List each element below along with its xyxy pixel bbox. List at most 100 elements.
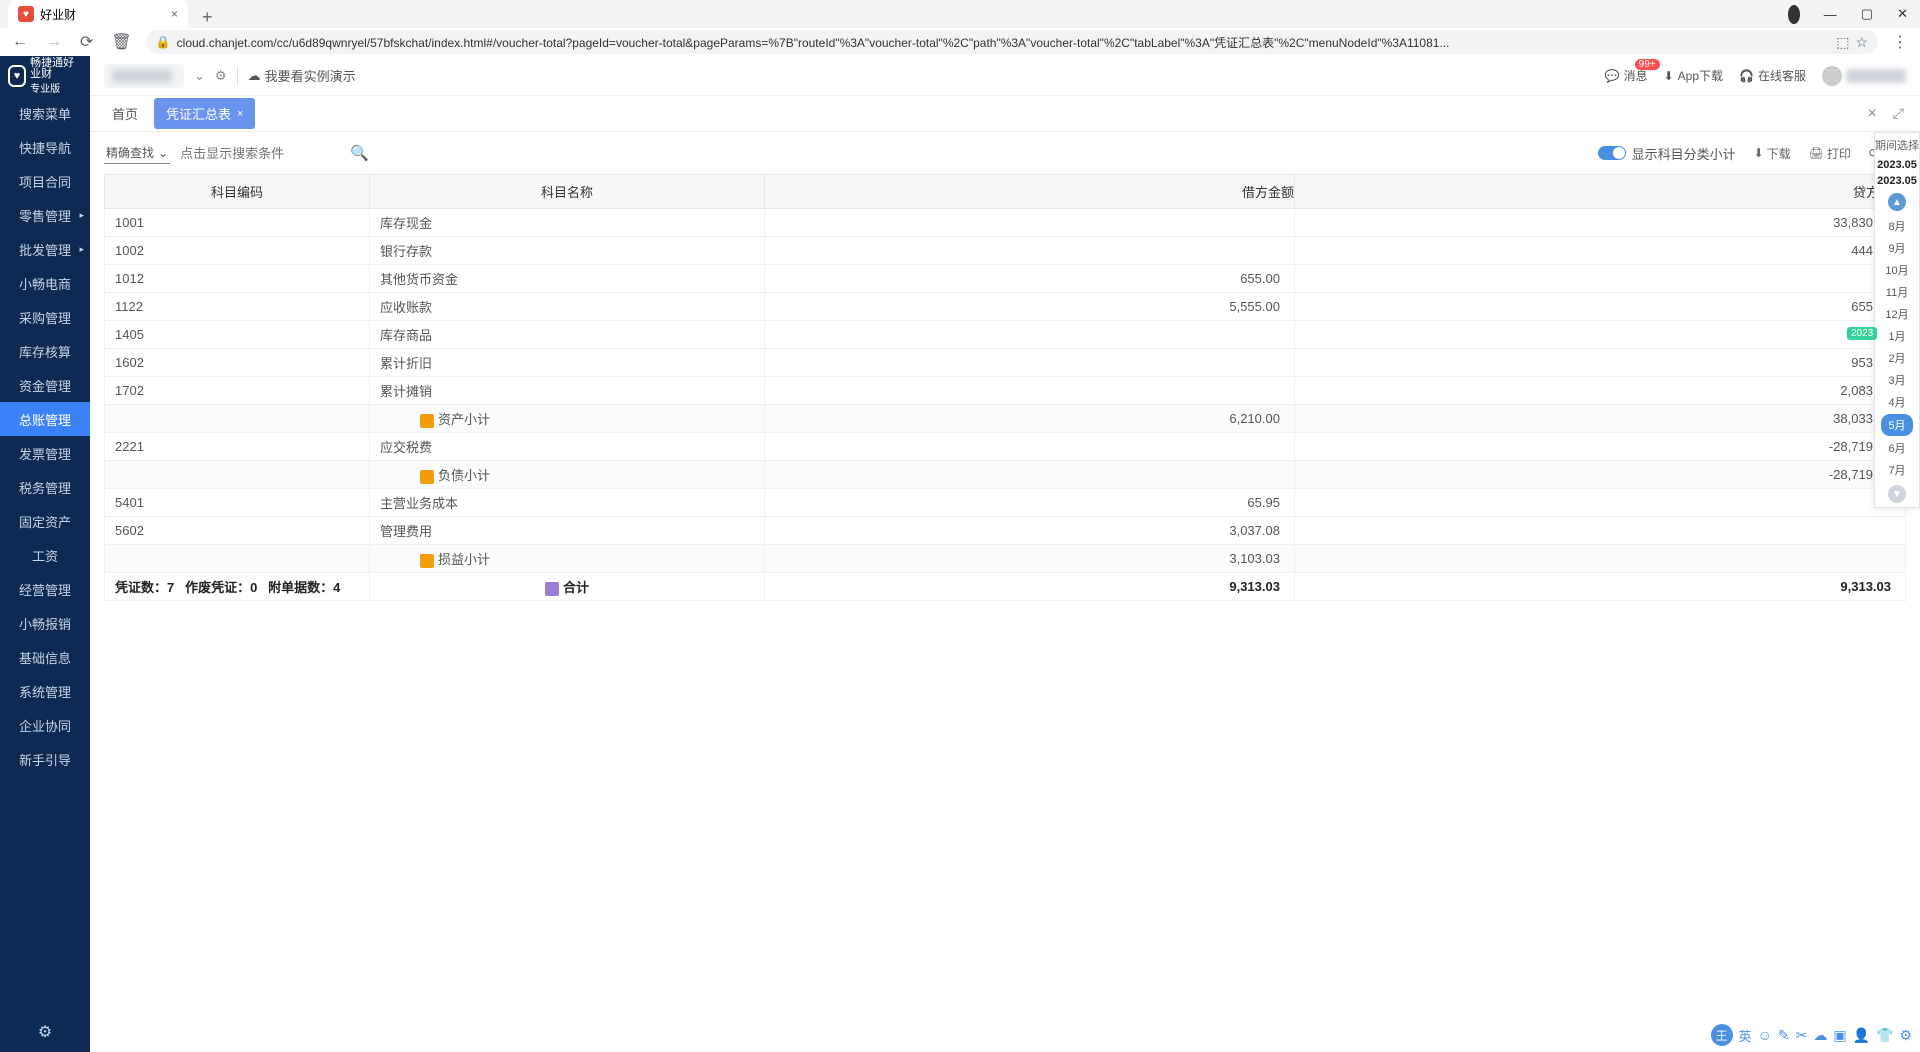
sidebar-item[interactable]: 搜索菜单	[0, 96, 90, 130]
gear-icon[interactable]: ⚙	[215, 68, 227, 84]
sidebar-item[interactable]: 库存核算	[0, 334, 90, 368]
table-row[interactable]: 负债小计-28,719.98	[105, 461, 1906, 489]
close-all-tabs-icon[interactable]: ×	[1861, 105, 1882, 123]
app-download-button[interactable]: ⬇ App下载	[1664, 67, 1723, 84]
search-input[interactable]	[180, 146, 340, 161]
ime-edit-icon[interactable]: ✎	[1778, 1027, 1790, 1044]
forward-button[interactable]: →	[42, 33, 66, 51]
expand-icon[interactable]: ⤢	[1887, 105, 1910, 122]
ime-shirt-icon[interactable]: 👕	[1876, 1027, 1893, 1044]
chat-icon: 💬	[1605, 69, 1620, 83]
sidebar-item[interactable]: 零售管理	[0, 198, 90, 232]
minimize-icon[interactable]: —	[1818, 5, 1843, 24]
online-service-button[interactable]: 🎧 在线客服	[1739, 67, 1806, 84]
sidebar-item[interactable]: 企业协同	[0, 708, 90, 742]
table-row[interactable]: 1602累计折旧953.75	[105, 349, 1906, 377]
user-menu[interactable]	[1822, 66, 1906, 86]
period-month[interactable]: 12月	[1875, 303, 1919, 325]
period-month[interactable]: 8月	[1875, 215, 1919, 237]
table-row[interactable]: 1002银行存款444.00	[105, 237, 1906, 265]
table-row[interactable]: 资产小计6,210.0038,033.01	[105, 405, 1906, 433]
period-to[interactable]: 2023.05	[1875, 173, 1919, 189]
address-bar[interactable]: 🔒 cloud.chanjet.com/cc/u6d89qwnryel/57bf…	[146, 30, 1878, 54]
new-tab-button[interactable]: +	[196, 7, 219, 28]
header-credit[interactable]: 贷方金额	[1294, 175, 1905, 209]
back-button[interactable]: ←	[8, 33, 32, 51]
tab-voucher-total[interactable]: 凭证汇总表 ×	[154, 98, 255, 129]
ime-person-icon[interactable]: 👤	[1853, 1027, 1870, 1044]
ime-cloud-icon[interactable]: ☁	[1813, 1027, 1827, 1044]
star-icon[interactable]: ☆	[1855, 34, 1868, 51]
sidebar-item[interactable]: 小畅报销	[0, 606, 90, 640]
ime-lang[interactable]: 英	[1739, 1026, 1752, 1045]
sidebar-item[interactable]: 经营管理	[0, 572, 90, 606]
tab-home[interactable]: 首页	[100, 98, 150, 129]
table-row[interactable]: 1702累计摊销2,083.33	[105, 377, 1906, 405]
sidebar-item[interactable]: 基础信息	[0, 640, 90, 674]
period-up-icon[interactable]: ▲	[1888, 193, 1906, 211]
period-down-icon[interactable]: ▼	[1888, 485, 1906, 503]
table-row[interactable]: 5602管理费用3,037.08	[105, 517, 1906, 545]
ime-settings-icon[interactable]: ⚙	[1899, 1027, 1912, 1044]
period-month[interactable]: 10月	[1875, 259, 1919, 281]
sidebar-item[interactable]: 固定资产	[0, 504, 90, 538]
delete-icon[interactable]: 🗑	[107, 32, 135, 52]
sidebar-item[interactable]: 资金管理	[0, 368, 90, 402]
search-icon[interactable]: 🔍	[350, 144, 369, 162]
table-row[interactable]: 2221应交税费-28,719.98	[105, 433, 1906, 461]
sidebar-item[interactable]: 新手引导	[0, 742, 90, 776]
table-row[interactable]: 5401主营业务成本65.95	[105, 489, 1906, 517]
period-from[interactable]: 2023.05	[1875, 157, 1919, 173]
sidebar-item[interactable]: 小畅电商	[0, 266, 90, 300]
ime-smile-icon[interactable]: ☺	[1758, 1027, 1772, 1043]
period-month[interactable]: 4月	[1875, 391, 1919, 413]
profile-icon[interactable]	[1782, 5, 1806, 24]
header-name[interactable]: 科目名称	[370, 175, 765, 209]
ime-scissors-icon[interactable]: ✂	[1796, 1027, 1808, 1044]
table-row[interactable]: 1122应收账款5,555.00655.00	[105, 293, 1906, 321]
browser-tab[interactable]: ♥ 好业财 ×	[8, 0, 188, 28]
sidebar-item[interactable]: 批发管理	[0, 232, 90, 266]
close-tab-icon[interactable]: ×	[237, 108, 243, 120]
period-month[interactable]: 11月	[1875, 281, 1919, 303]
maximize-icon[interactable]: ▢	[1855, 4, 1879, 24]
menu-icon[interactable]: ⋮	[1888, 32, 1912, 52]
chevron-down-icon[interactable]: ⌄	[194, 68, 205, 84]
period-month[interactable]: 6月	[1875, 437, 1919, 459]
install-icon[interactable]: ⬚	[1836, 34, 1849, 51]
settings-icon[interactable]: ⚙	[0, 1012, 90, 1052]
header-debit[interactable]: 借方金额	[765, 175, 1295, 209]
period-month[interactable]: 3月	[1875, 369, 1919, 391]
reload-button[interactable]: ⟳	[76, 32, 97, 52]
sidebar-item[interactable]: 采购管理	[0, 300, 90, 334]
sidebar-item[interactable]: 系统管理	[0, 674, 90, 708]
sidebar-item[interactable]: 发票管理	[0, 436, 90, 470]
ime-image-icon[interactable]: ▣	[1833, 1027, 1846, 1044]
folder-icon	[420, 414, 434, 428]
table-row[interactable]: 损益小计3,103.03	[105, 545, 1906, 573]
sidebar-item[interactable]: 总账管理	[0, 402, 90, 436]
print-button[interactable]: 🖨打印	[1809, 145, 1851, 162]
header-code[interactable]: 科目编码	[105, 175, 370, 209]
download-button[interactable]: ⬇下载	[1754, 145, 1791, 162]
ime-user-icon[interactable]: 王	[1711, 1024, 1733, 1046]
sidebar-item[interactable]: 快捷导航	[0, 130, 90, 164]
period-month[interactable]: 5月	[1881, 414, 1913, 436]
period-month[interactable]: 9月	[1875, 237, 1919, 259]
period-month[interactable]: 7月	[1875, 459, 1919, 481]
sidebar-item[interactable]: 项目合同	[0, 164, 90, 198]
table-row[interactable]: 1405库存商品65.95	[105, 321, 1906, 349]
subtotal-toggle[interactable]	[1598, 146, 1626, 160]
sidebar-item[interactable]: 税务管理	[0, 470, 90, 504]
sidebar-item[interactable]: 工资	[0, 538, 90, 572]
window-close-icon[interactable]: ✕	[1891, 4, 1914, 24]
demo-link[interactable]: ☁ 我要看实例演示	[248, 66, 356, 85]
table-row[interactable]: 1012其他货币资金655.00	[105, 265, 1906, 293]
period-month[interactable]: 2月	[1875, 347, 1919, 369]
org-selector[interactable]	[104, 64, 184, 88]
close-tab-icon[interactable]: ×	[171, 7, 178, 21]
precise-search-toggle[interactable]: 精确查找 ⌄	[104, 142, 170, 164]
period-month[interactable]: 1月	[1875, 325, 1919, 347]
table-row[interactable]: 1001库存现金33,830.98	[105, 209, 1906, 237]
message-button[interactable]: 💬 消息 99+	[1605, 67, 1648, 84]
